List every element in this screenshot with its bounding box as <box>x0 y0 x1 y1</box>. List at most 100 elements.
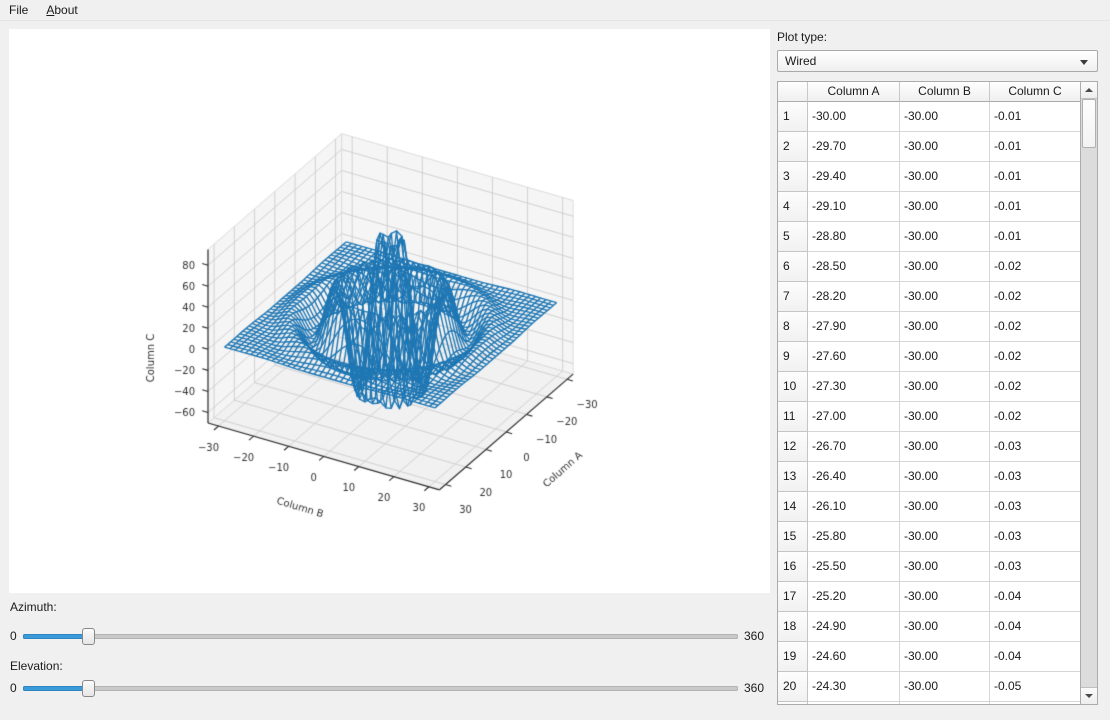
row-number[interactable]: 6 <box>778 252 808 282</box>
row-number[interactable]: 11 <box>778 402 808 432</box>
header-column-a[interactable]: Column A <box>808 82 900 102</box>
row-number[interactable]: 9 <box>778 342 808 372</box>
cell-column-a[interactable]: -28.80 <box>808 222 900 252</box>
cell-column-a[interactable]: -24.30 <box>808 672 900 702</box>
cell-column-b[interactable]: -30.00 <box>900 672 990 702</box>
menu-file[interactable]: File <box>0 1 37 19</box>
cell-column-c[interactable]: -0.02 <box>990 342 1081 372</box>
cell-column-c[interactable]: -0.04 <box>990 612 1081 642</box>
azimuth-slider-track[interactable] <box>23 634 738 639</box>
row-number[interactable]: 4 <box>778 192 808 222</box>
cell-column-c[interactable]: -0.02 <box>990 312 1081 342</box>
cell-column-b[interactable]: -30.00 <box>900 252 990 282</box>
cell-column-a[interactable]: -29.40 <box>808 162 900 192</box>
cell-column-a[interactable]: -29.70 <box>808 132 900 162</box>
cell-column-b[interactable]: -30.00 <box>900 582 990 612</box>
row-number[interactable]: 3 <box>778 162 808 192</box>
cell-column-a[interactable] <box>808 702 900 705</box>
cell-column-b[interactable]: -30.00 <box>900 402 990 432</box>
cell-column-a[interactable]: -25.20 <box>808 582 900 612</box>
cell-column-c[interactable]: -0.03 <box>990 552 1081 582</box>
cell-column-c[interactable]: -0.02 <box>990 372 1081 402</box>
cell-column-a[interactable]: -27.90 <box>808 312 900 342</box>
cell-column-c[interactable]: -0.04 <box>990 642 1081 672</box>
cell-column-b[interactable]: -30.00 <box>900 642 990 672</box>
cell-column-c[interactable]: -0.03 <box>990 522 1081 552</box>
cell-column-a[interactable]: -27.00 <box>808 402 900 432</box>
cell-column-a[interactable]: -25.50 <box>808 552 900 582</box>
scroll-up-button[interactable] <box>1081 82 1097 99</box>
cell-column-a[interactable]: -27.60 <box>808 342 900 372</box>
cell-column-b[interactable]: -30.00 <box>900 372 990 402</box>
scrollbar-thumb[interactable] <box>1082 99 1096 148</box>
header-column-c[interactable]: Column C <box>990 82 1081 102</box>
cell-column-b[interactable]: -30.00 <box>900 192 990 222</box>
cell-column-b[interactable]: -30.00 <box>900 342 990 372</box>
elevation-slider[interactable]: 0 360 <box>0 680 780 697</box>
cell-column-c[interactable]: -0.01 <box>990 162 1081 192</box>
header-column-b[interactable]: Column B <box>900 82 990 102</box>
cell-column-b[interactable]: -30.00 <box>900 552 990 582</box>
vertical-scrollbar[interactable] <box>1080 82 1097 704</box>
cell-column-c[interactable]: -0.01 <box>990 192 1081 222</box>
cell-column-a[interactable]: -24.90 <box>808 612 900 642</box>
cell-column-c[interactable]: -0.02 <box>990 402 1081 432</box>
row-number[interactable]: 2 <box>778 132 808 162</box>
cell-column-a[interactable]: -26.40 <box>808 462 900 492</box>
cell-column-c[interactable]: -0.01 <box>990 102 1081 132</box>
cell-column-c[interactable]: -0.01 <box>990 222 1081 252</box>
elevation-slider-handle[interactable] <box>82 680 95 697</box>
cell-column-c[interactable]: -0.01 <box>990 132 1081 162</box>
cell-column-b[interactable]: -30.00 <box>900 312 990 342</box>
elevation-slider-track[interactable] <box>23 686 738 691</box>
cell-column-a[interactable]: -26.10 <box>808 492 900 522</box>
cell-column-a[interactable]: -25.80 <box>808 522 900 552</box>
row-number[interactable]: 19 <box>778 642 808 672</box>
cell-column-a[interactable]: -30.00 <box>808 102 900 132</box>
cell-column-a[interactable]: -28.50 <box>808 252 900 282</box>
row-number[interactable]: 16 <box>778 552 808 582</box>
cell-column-b[interactable]: -30.00 <box>900 522 990 552</box>
menu-about[interactable]: About <box>37 1 86 19</box>
row-number[interactable]: 20 <box>778 672 808 702</box>
cell-column-c[interactable]: -0.05 <box>990 672 1081 702</box>
cell-column-b[interactable]: -30.00 <box>900 102 990 132</box>
cell-column-c[interactable]: -0.02 <box>990 252 1081 282</box>
row-number[interactable]: 15 <box>778 522 808 552</box>
plot-canvas[interactable] <box>9 29 770 593</box>
corner-header-cell[interactable] <box>778 82 808 102</box>
cell-column-b[interactable]: -30.00 <box>900 462 990 492</box>
row-number[interactable]: 7 <box>778 282 808 312</box>
row-number[interactable] <box>778 702 808 705</box>
row-number[interactable]: 1 <box>778 102 808 132</box>
row-number[interactable]: 18 <box>778 612 808 642</box>
scroll-down-button[interactable] <box>1081 687 1097 704</box>
azimuth-slider-handle[interactable] <box>82 628 95 645</box>
cell-column-b[interactable]: -30.00 <box>900 162 990 192</box>
cell-column-a[interactable]: -24.60 <box>808 642 900 672</box>
row-number[interactable]: 12 <box>778 432 808 462</box>
row-number[interactable]: 5 <box>778 222 808 252</box>
cell-column-a[interactable]: -27.30 <box>808 372 900 402</box>
cell-column-c[interactable]: -0.03 <box>990 432 1081 462</box>
row-number[interactable]: 13 <box>778 462 808 492</box>
cell-column-b[interactable] <box>900 702 990 705</box>
row-number[interactable]: 10 <box>778 372 808 402</box>
cell-column-c[interactable] <box>990 702 1081 705</box>
cell-column-c[interactable]: -0.02 <box>990 282 1081 312</box>
cell-column-b[interactable]: -30.00 <box>900 132 990 162</box>
row-number[interactable]: 8 <box>778 312 808 342</box>
cell-column-a[interactable]: -29.10 <box>808 192 900 222</box>
cell-column-b[interactable]: -30.00 <box>900 282 990 312</box>
cell-column-c[interactable]: -0.03 <box>990 492 1081 522</box>
cell-column-b[interactable]: -30.00 <box>900 222 990 252</box>
row-number[interactable]: 17 <box>778 582 808 612</box>
cell-column-b[interactable]: -30.00 <box>900 612 990 642</box>
cell-column-a[interactable]: -26.70 <box>808 432 900 462</box>
cell-column-b[interactable]: -30.00 <box>900 432 990 462</box>
cell-column-c[interactable]: -0.03 <box>990 462 1081 492</box>
azimuth-slider[interactable]: 0 360 <box>0 628 780 645</box>
cell-column-c[interactable]: -0.04 <box>990 582 1081 612</box>
plot-type-combobox[interactable]: Wired <box>777 50 1098 72</box>
cell-column-a[interactable]: -28.20 <box>808 282 900 312</box>
